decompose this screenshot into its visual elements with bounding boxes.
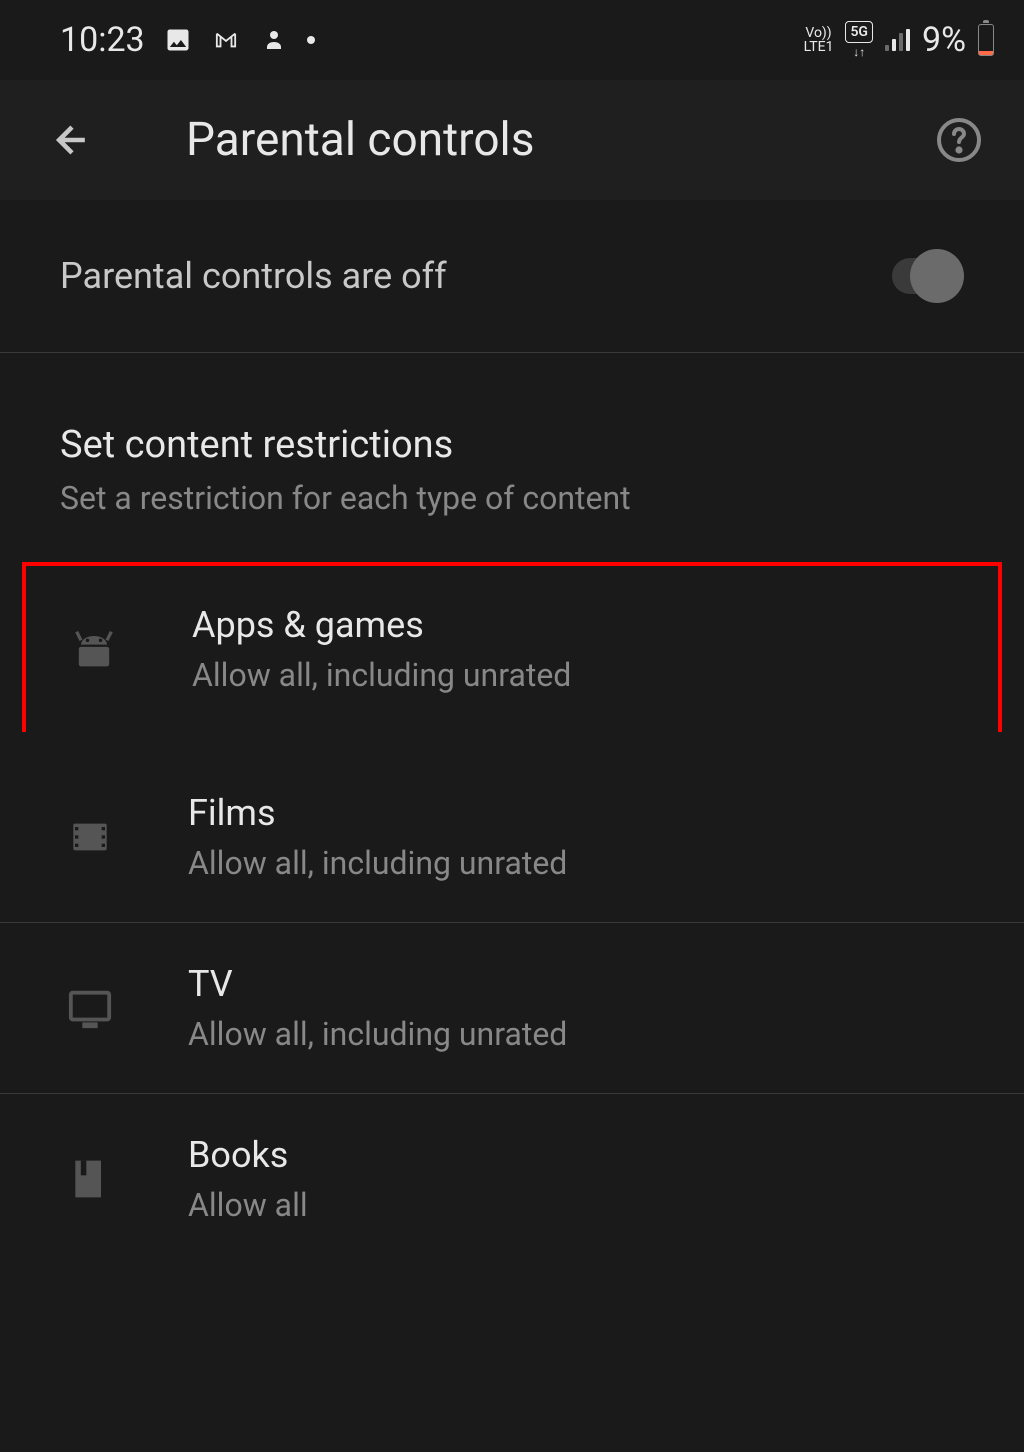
status-bar-right: Vo)) LTE1 5G ↓↑ 9% <box>804 20 994 60</box>
section-title: Set content restrictions <box>60 423 964 467</box>
restriction-item-books[interactable]: Books Allow all <box>0 1094 1024 1264</box>
parental-controls-toggle-row: Parental controls are off <box>0 200 1024 353</box>
item-title: Books <box>188 1134 964 1176</box>
network-label: Vo)) LTE1 <box>804 26 834 54</box>
android-icon <box>64 619 124 679</box>
item-subtitle: Allow all, including unrated <box>188 844 964 882</box>
data-arrows-icon: ↓↑ <box>853 45 865 59</box>
signal-bars-icon <box>885 29 910 51</box>
image-icon <box>163 28 193 52</box>
content-area: Parental controls are off Set content re… <box>0 200 1024 1264</box>
status-bar-left: 10:23 <box>60 20 315 60</box>
person-icon <box>259 28 289 52</box>
app-header: Parental controls <box>0 80 1024 200</box>
section-subtitle: Set a restriction for each type of conte… <box>60 479 964 517</box>
item-text: Apps & games Allow all, including unrate… <box>192 604 960 694</box>
restriction-item-apps-games[interactable]: Apps & games Allow all, including unrate… <box>22 562 1002 732</box>
toggle-label: Parental controls are off <box>60 255 447 297</box>
parental-controls-toggle[interactable] <box>892 258 964 294</box>
item-text: TV Allow all, including unrated <box>188 963 964 1053</box>
item-title: Films <box>188 792 964 834</box>
page-title: Parental controls <box>186 113 934 167</box>
item-text: Books Allow all <box>188 1134 964 1224</box>
book-icon <box>60 1149 120 1209</box>
status-bar: 10:23 Vo)) LTE1 5G ↓↑ 9% <box>0 0 1024 80</box>
tv-icon <box>60 978 120 1038</box>
help-button[interactable] <box>934 115 984 165</box>
item-subtitle: Allow all <box>188 1186 964 1224</box>
restrictions-section-header: Set content restrictions Set a restricti… <box>0 353 1024 562</box>
battery-percent: 9% <box>922 20 966 60</box>
network-volte: Vo)) <box>804 26 834 40</box>
status-time: 10:23 <box>60 20 145 60</box>
restriction-item-films[interactable]: Films Allow all, including unrated <box>0 752 1024 923</box>
film-icon <box>60 807 120 867</box>
item-text: Films Allow all, including unrated <box>188 792 964 882</box>
item-title: TV <box>188 963 964 1005</box>
network-5g-badge: 5G <box>845 21 873 43</box>
restriction-item-tv[interactable]: TV Allow all, including unrated <box>0 923 1024 1094</box>
network-5g-group: 5G ↓↑ <box>845 21 873 59</box>
battery-icon <box>978 24 994 56</box>
item-subtitle: Allow all, including unrated <box>192 656 960 694</box>
notification-dot-icon <box>307 36 315 44</box>
gmail-icon <box>211 28 241 52</box>
item-subtitle: Allow all, including unrated <box>188 1015 964 1053</box>
network-lte: LTE1 <box>804 40 834 54</box>
back-button[interactable] <box>48 116 96 164</box>
item-title: Apps & games <box>192 604 960 646</box>
